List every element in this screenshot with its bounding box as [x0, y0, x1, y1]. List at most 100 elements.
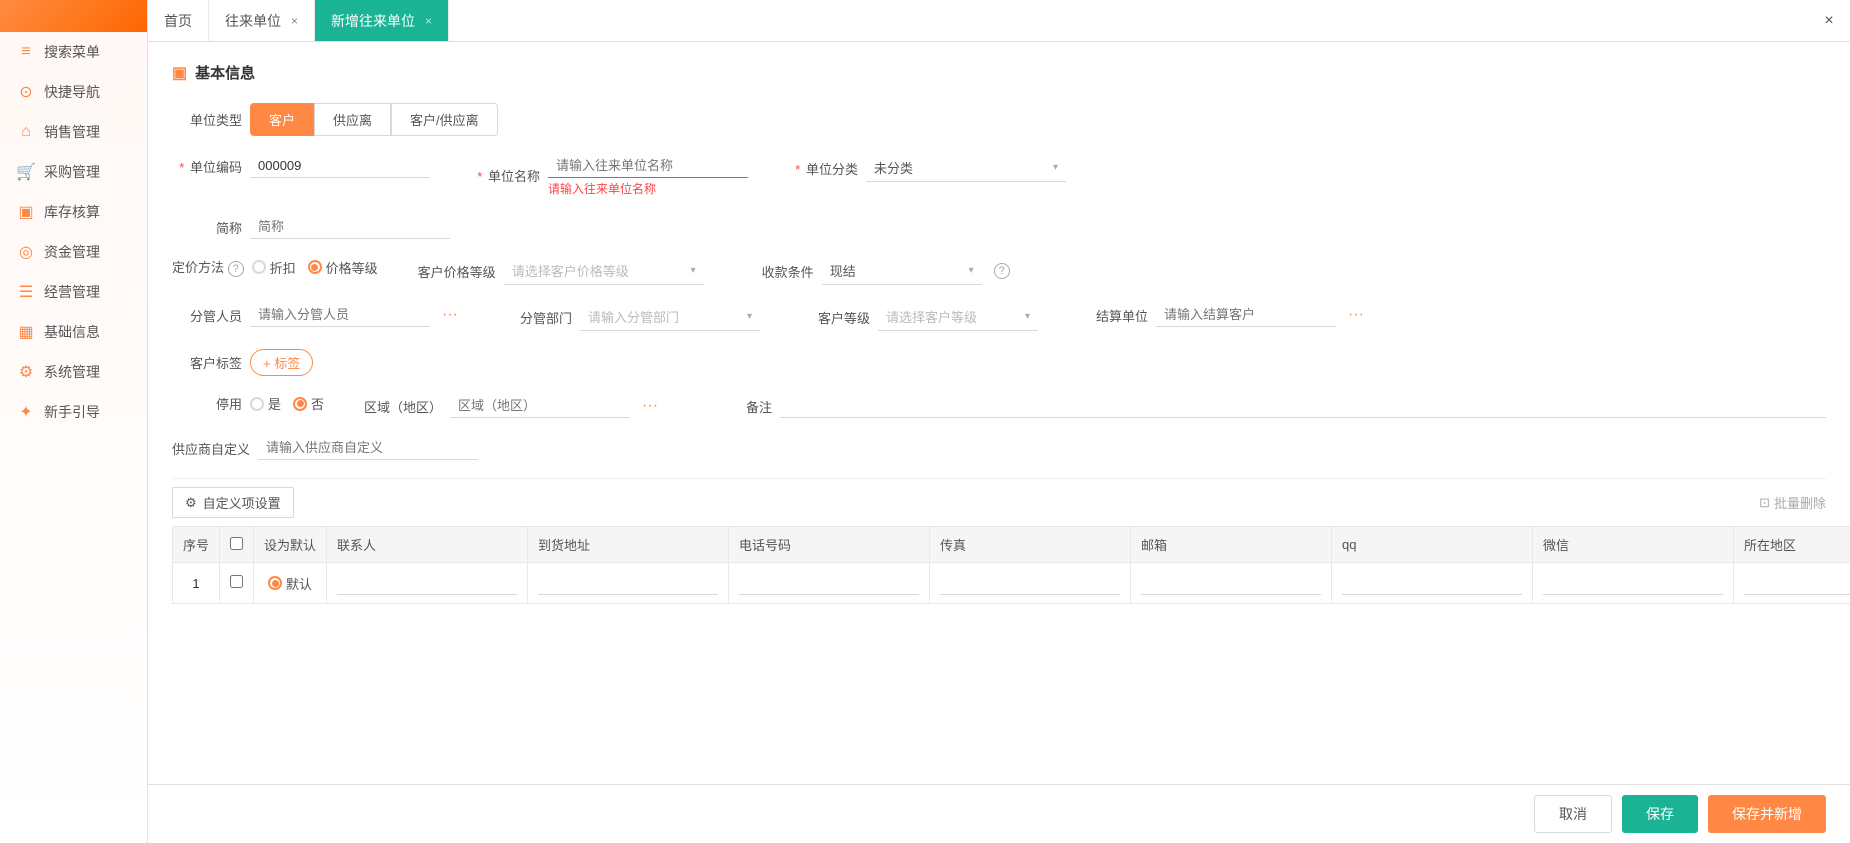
tab-new-contact-label: 新增往来单位 [331, 11, 415, 31]
delete-icon: ⊡ [1759, 495, 1770, 511]
tab-new-contact-close[interactable]: × [425, 14, 432, 28]
manager-input[interactable] [250, 303, 430, 327]
cell-address[interactable] [528, 563, 729, 604]
col-default: 设为默认 [254, 527, 327, 563]
supplier-custom-input[interactable] [258, 436, 478, 460]
default-radio[interactable] [268, 576, 282, 590]
select-all-checkbox[interactable] [230, 537, 243, 550]
disabled-yes-option[interactable]: 是 [250, 394, 281, 413]
table-header-row: 序号 设为默认 联系人 到货地址 电话号码 传真 邮箱 qq 微信 所在地区 操… [173, 527, 1850, 563]
sidebar-item-newbie[interactable]: ✦ 新手引导 [0, 392, 147, 432]
fax-input[interactable] [940, 571, 1120, 595]
settlement-field: 结算单位 ··· [1078, 303, 1368, 327]
cell-fax[interactable] [930, 563, 1131, 604]
col-fax: 传真 [930, 527, 1131, 563]
tab-new-contact[interactable]: 新增往来单位 × [315, 0, 449, 41]
section-header: ▣ 基本信息 [172, 62, 1826, 83]
unit-type-supplier-btn[interactable]: 供应离 [314, 103, 391, 136]
unit-category-select[interactable]: 未分类 ▾ [866, 154, 1066, 182]
pricing-help-icon[interactable]: ? [228, 261, 244, 277]
sidebar-item-operations[interactable]: ☰ 经营管理 [0, 272, 147, 312]
cell-contact[interactable] [327, 563, 528, 604]
settlement-label: 结算单位 [1078, 306, 1148, 325]
unit-type-customer-btn[interactable]: 客户 [250, 103, 314, 136]
sidebar: ≡ 搜索菜单 ⊙ 快捷导航 ⌂ 销售管理 🛒 采购管理 ▣ 库存核算 ◎ 资金管… [0, 0, 148, 843]
unit-type-both-btn[interactable]: 客户/供应离 [391, 103, 498, 136]
unit-code-input[interactable] [250, 154, 430, 178]
window-close-button[interactable]: × [1808, 0, 1850, 41]
contact-table: 序号 设为默认 联系人 到货地址 电话号码 传真 邮箱 qq 微信 所在地区 操… [172, 526, 1850, 604]
sidebar-item-search[interactable]: ≡ 搜索菜单 [0, 32, 147, 72]
default-radio-item[interactable]: 默认 [264, 574, 316, 593]
contact-input[interactable] [337, 571, 517, 595]
cell-checkbox [220, 563, 254, 604]
col-wechat: 微信 [1533, 527, 1734, 563]
col-checkbox [220, 527, 254, 563]
unit-category-field: * 单位分类 未分类 ▾ [788, 154, 1066, 182]
region-dots-btn[interactable]: ··· [638, 397, 662, 415]
manager-label: 分管人员 [172, 306, 242, 325]
payment-terms-field: 收款条件 现结 ▾ ? [744, 257, 1010, 285]
purchase-icon: 🛒 [16, 162, 36, 182]
pricing-discount-option[interactable]: 折扣 [252, 258, 296, 277]
sidebar-item-system[interactable]: ⚙ 系统管理 [0, 352, 147, 392]
disabled-yes-radio[interactable] [250, 397, 264, 411]
qq-input[interactable] [1342, 571, 1522, 595]
pricing-discount-radio[interactable] [252, 260, 266, 274]
short-name-input[interactable] [250, 215, 450, 239]
unit-name-input[interactable] [548, 154, 748, 178]
col-region: 所在地区 [1734, 527, 1850, 563]
batch-delete-btn[interactable]: ⊡ 批量删除 [1759, 493, 1826, 512]
customer-grade-select[interactable]: 请选择客户等级 ▾ [878, 303, 1038, 331]
region-input[interactable] [450, 394, 630, 418]
pricing-grade-radio[interactable] [308, 260, 322, 274]
supplier-custom-row: 供应商自定义 [172, 436, 1826, 460]
pricing-method-label: 定价方法 ? [172, 257, 244, 277]
main-area: 首页 往来单位 × 新增往来单位 × × ▣ 基本信息 单位类型 客户 供应离 [148, 0, 1850, 843]
sidebar-item-purchase[interactable]: 🛒 采购管理 [0, 152, 147, 192]
tag-add-btn[interactable]: + 标签 [250, 349, 313, 376]
cancel-button[interactable]: 取消 [1534, 795, 1612, 833]
save-and-add-button[interactable]: 保存并新增 [1708, 795, 1826, 833]
tab-contacts-close[interactable]: × [291, 14, 298, 28]
sidebar-item-quick-nav[interactable]: ⊙ 快捷导航 [0, 72, 147, 112]
tags-row: 客户标签 + 标签 [172, 349, 1826, 376]
settlement-input[interactable] [1156, 303, 1336, 327]
dept-select[interactable]: 请输入分管部门 ▾ [580, 303, 760, 331]
disabled-no-radio[interactable] [293, 397, 307, 411]
custom-settings-btn[interactable]: ⚙ 自定义项设置 [172, 487, 294, 518]
sidebar-item-inventory[interactable]: ▣ 库存核算 [0, 192, 147, 232]
payment-terms-select[interactable]: 现结 ▾ [822, 257, 982, 285]
tab-home[interactable]: 首页 [148, 0, 209, 41]
cell-wechat[interactable] [1533, 563, 1734, 604]
region-label: 区域（地区） [364, 397, 442, 416]
basic-info-icon: ▦ [16, 322, 36, 342]
email-input[interactable] [1141, 571, 1321, 595]
address-input[interactable] [538, 571, 718, 595]
cell-phone[interactable] [729, 563, 930, 604]
manager-dots-btn[interactable]: ··· [438, 306, 462, 324]
cell-region[interactable] [1734, 563, 1850, 604]
disabled-no-option[interactable]: 否 [293, 394, 324, 413]
payment-terms-label: 收款条件 [744, 262, 814, 281]
tab-contacts[interactable]: 往来单位 × [209, 0, 315, 41]
settlement-dots-btn[interactable]: ··· [1344, 306, 1368, 324]
remark-input[interactable] [780, 394, 1826, 418]
wechat-input[interactable] [1543, 571, 1723, 595]
sidebar-item-finance[interactable]: ◎ 资金管理 [0, 232, 147, 272]
sidebar-item-sales[interactable]: ⌂ 销售管理 [0, 112, 147, 152]
phone-input[interactable] [739, 571, 919, 595]
cell-email[interactable] [1131, 563, 1332, 604]
sidebar-item-basic-info[interactable]: ▦ 基础信息 [0, 312, 147, 352]
customer-grade-label: 客户等级 [800, 308, 870, 327]
pricing-grade-option[interactable]: 价格等级 [308, 258, 378, 277]
save-button[interactable]: 保存 [1622, 795, 1698, 833]
search-icon: ≡ [16, 43, 36, 61]
row-region-input[interactable] [1744, 571, 1850, 595]
payment-help-icon[interactable]: ? [994, 263, 1010, 279]
short-name-field: 简称 [172, 215, 1826, 239]
row-checkbox[interactable] [230, 575, 243, 588]
customer-price-select[interactable]: 请选择客户价格等级 ▾ [504, 257, 704, 285]
col-qq: qq [1332, 527, 1533, 563]
cell-qq[interactable] [1332, 563, 1533, 604]
